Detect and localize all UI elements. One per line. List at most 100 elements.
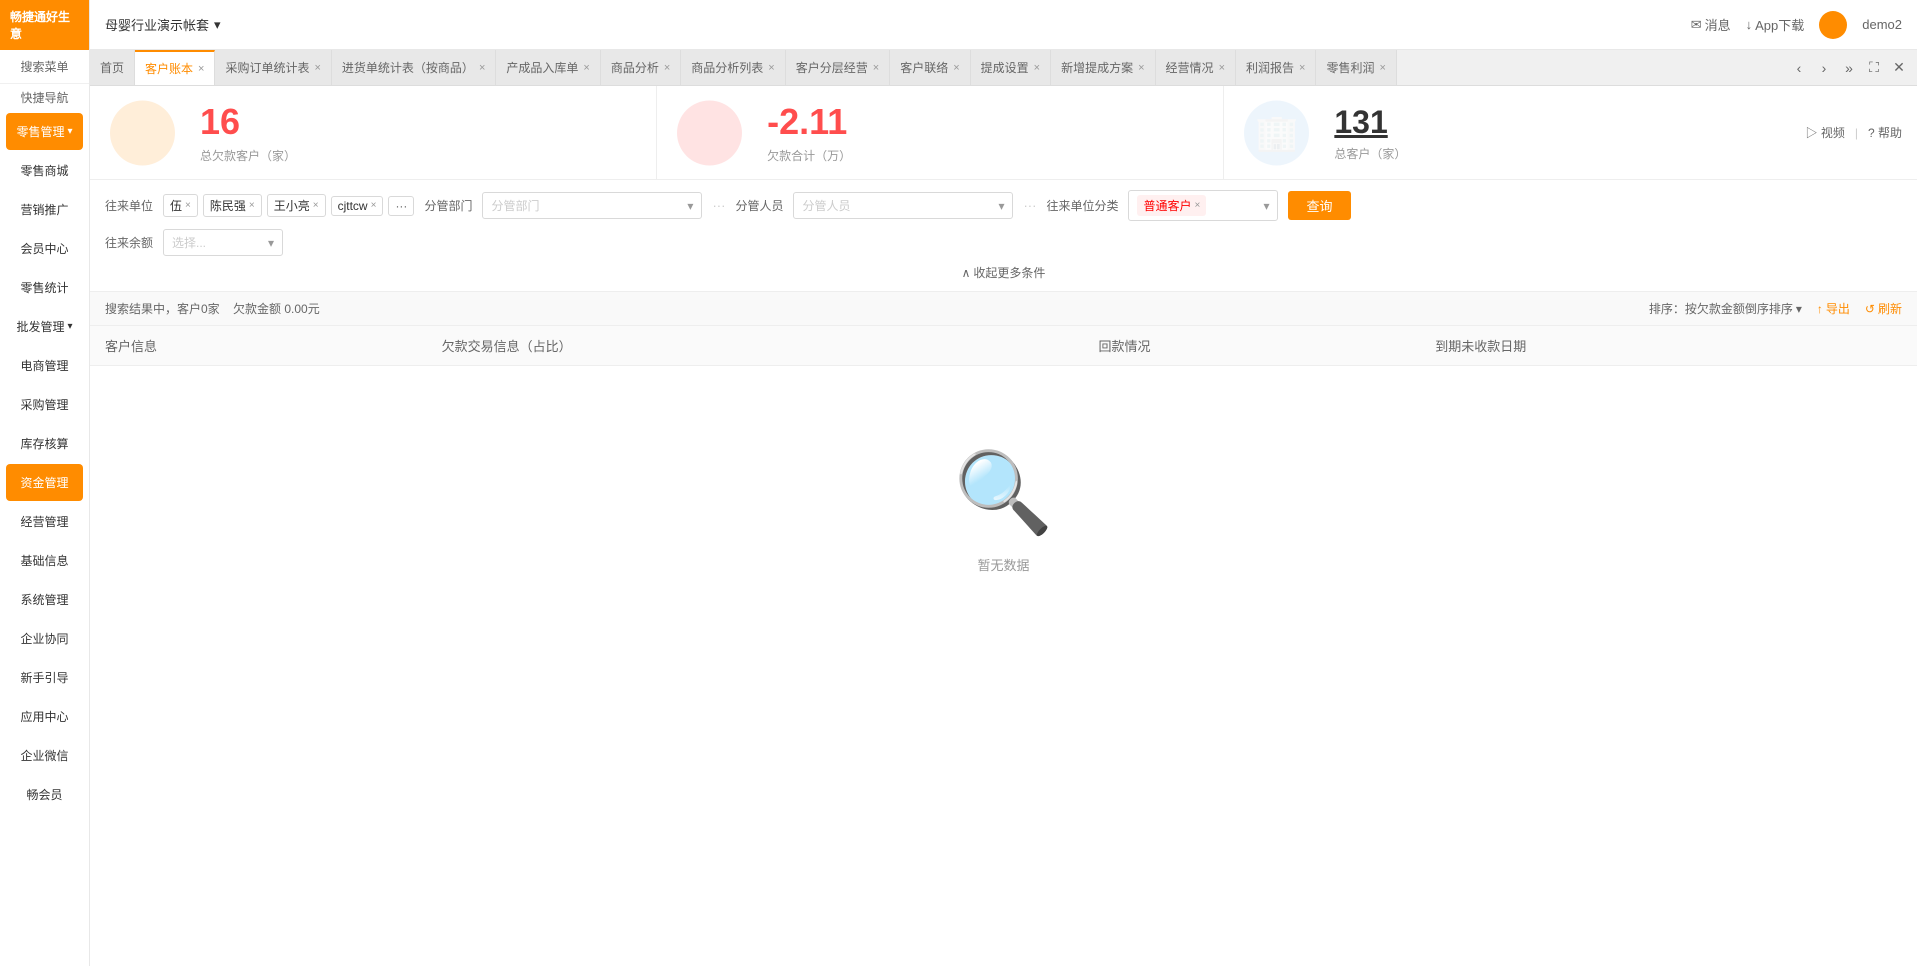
- sidebar-item-营销推广[interactable]: 营销推广: [6, 191, 83, 228]
- tab-8[interactable]: 客户联络×: [890, 50, 970, 86]
- sidebar-item-经营管理[interactable]: 经营管理: [6, 503, 83, 540]
- search-button[interactable]: 查询: [1288, 191, 1350, 220]
- account-selector[interactable]: 母婴行业演示帐套 ▾: [105, 15, 221, 34]
- sidebar-item-企业协同[interactable]: 企业协同: [6, 620, 83, 657]
- sidebar-item-采购管理[interactable]: 采购管理: [6, 386, 83, 423]
- sidebar-item-库存核算[interactable]: 库存核算: [6, 425, 83, 462]
- app-title: 畅捷通好生意: [10, 8, 79, 42]
- sidebar-item-企业微信[interactable]: 企业微信: [6, 737, 83, 774]
- app-logo: 畅捷通好生意: [0, 0, 89, 50]
- collapse-filter-button[interactable]: ∧ 收起更多条件: [962, 264, 1046, 281]
- tab-0[interactable]: 首页: [90, 50, 135, 86]
- results-summary: 搜索结果中，客户0家 欠款金额 0.00元: [105, 300, 320, 317]
- tag-close-3[interactable]: ×: [371, 200, 377, 211]
- tab-close-8[interactable]: ×: [953, 62, 959, 74]
- tab-close-3[interactable]: ×: [479, 62, 485, 74]
- stat-value-total: 131: [1334, 104, 1406, 141]
- table-header-row: 客户信息欠款交易信息（占比）回款情况到期未收款日期: [90, 326, 1917, 366]
- tab-12[interactable]: 利润报告×: [1236, 50, 1316, 86]
- tag-close-2[interactable]: ×: [313, 200, 319, 211]
- col-header-2: 回款情况: [1084, 326, 1421, 366]
- sidebar-item-应用中心[interactable]: 应用中心: [6, 698, 83, 735]
- tab-6[interactable]: 商品分析列表 ×: [681, 50, 785, 86]
- tab-7[interactable]: 客户分层经营×: [786, 50, 890, 86]
- stat-label-total: 总客户（家）: [1334, 145, 1406, 162]
- tab-close-11[interactable]: ×: [1219, 62, 1225, 74]
- tab-2[interactable]: 采购订单统计表×: [215, 50, 331, 86]
- export-button[interactable]: ↑ 导出: [1817, 300, 1850, 317]
- unit-tag-more[interactable]: ···: [388, 196, 414, 216]
- tab-label-9: 提成设置: [981, 59, 1029, 76]
- tab-close-1[interactable]: ×: [198, 63, 204, 75]
- unit-tag-1[interactable]: 陈民强×: [203, 194, 262, 217]
- tab-close-5[interactable]: ×: [664, 62, 670, 74]
- sidebar: 畅捷通好生意 搜索菜单 快捷导航 零售管理 ▾零售商城营销推广会员中心零售统计批…: [0, 0, 90, 966]
- tag-close-1[interactable]: ×: [249, 200, 255, 211]
- export-icon: ↑: [1817, 302, 1823, 316]
- tab-3[interactable]: 进货单统计表（按商品）×: [332, 50, 496, 86]
- tabs-next-button[interactable]: ›: [1814, 58, 1834, 78]
- tab-5[interactable]: 商品分析 ×: [601, 50, 681, 86]
- balance-placeholder: 选择...: [172, 234, 206, 251]
- tab-4[interactable]: 产成品入库单×: [496, 50, 600, 86]
- sidebar-item-新手引导[interactable]: 新手引导: [6, 659, 83, 696]
- balance-filter-label: 往来余额: [105, 234, 153, 251]
- tab-10[interactable]: 新增提成方案×: [1051, 50, 1155, 86]
- download-icon: ↓: [1746, 17, 1753, 32]
- sort-button[interactable]: 排序：按欠款金额倒序排序 ▾: [1649, 300, 1802, 317]
- unit-tag-0[interactable]: 伍×: [163, 194, 198, 217]
- tab-close-7[interactable]: ×: [873, 62, 879, 74]
- topbar-left: 母婴行业演示帐套 ▾: [105, 15, 221, 34]
- sidebar-item-零售统计[interactable]: 零售统计: [6, 269, 83, 306]
- video-button[interactable]: ▷ 视频: [1806, 124, 1845, 141]
- balance-select[interactable]: 选择... ▾: [163, 229, 283, 256]
- unit-class-select[interactable]: 普通客户 × ▾: [1128, 190, 1278, 221]
- refresh-button[interactable]: ↺ 刷新: [1865, 300, 1902, 317]
- sidebar-item-资金管理[interactable]: 资金管理: [6, 464, 83, 501]
- tab-11[interactable]: 经营情况×: [1156, 50, 1236, 86]
- unit-tag-3[interactable]: cjttcw×: [331, 196, 384, 216]
- tab-9[interactable]: 提成设置 ×: [971, 50, 1051, 86]
- tab-1[interactable]: 客户账本×: [135, 50, 215, 86]
- sidebar-item-批发管理[interactable]: 批发管理 ▾: [6, 308, 83, 345]
- app-download-button[interactable]: ↓ App下载: [1746, 15, 1805, 34]
- search-menu[interactable]: 搜索菜单: [0, 50, 89, 84]
- tab-close-9[interactable]: ×: [1034, 62, 1040, 74]
- tab-label-6: 商品分析列表: [691, 59, 763, 76]
- unit-class-close-icon[interactable]: ×: [1195, 200, 1201, 211]
- stats-bar: 16 总欠款客户（家） ◇ -2.11 欠款合计（万） 🏢: [90, 86, 1917, 180]
- sidebar-item-零售管理[interactable]: 零售管理 ▾: [6, 113, 83, 150]
- sidebar-item-零售商城[interactable]: 零售商城: [6, 152, 83, 189]
- tab-label-5: 商品分析: [611, 59, 659, 76]
- quick-nav[interactable]: 快捷导航: [0, 84, 89, 111]
- sidebar-item-会员中心[interactable]: 会员中心: [6, 230, 83, 267]
- sidebar-item-系统管理[interactable]: 系统管理: [6, 581, 83, 618]
- tab-close-4[interactable]: ×: [583, 62, 589, 74]
- message-icon: ✉: [1691, 17, 1702, 33]
- tab-close-6[interactable]: ×: [768, 62, 774, 74]
- sidebar-item-基础信息[interactable]: 基础信息: [6, 542, 83, 579]
- col-header-0: 客户信息: [90, 326, 427, 366]
- stat-total-debt-customers: 16 总欠款客户（家）: [90, 86, 657, 179]
- more-icon: ···: [395, 199, 407, 213]
- person-select[interactable]: 分管人员 ▾: [793, 192, 1013, 219]
- tabs-prev-button[interactable]: ‹: [1789, 58, 1809, 78]
- message-button[interactable]: ✉ 消息: [1691, 15, 1731, 34]
- sidebar-item-电商管理[interactable]: 电商管理: [6, 347, 83, 384]
- tag-close-0[interactable]: ×: [185, 200, 191, 211]
- user-avatar[interactable]: [1819, 11, 1847, 39]
- dept-select[interactable]: 分管部门 ▾: [482, 192, 702, 219]
- tabs-close-all-button[interactable]: ✕: [1889, 58, 1909, 78]
- page-content: 16 总欠款客户（家） ◇ -2.11 欠款合计（万） 🏢: [90, 86, 1917, 966]
- tab-close-10[interactable]: ×: [1138, 62, 1144, 74]
- tabs-more-button[interactable]: »: [1839, 58, 1859, 78]
- sidebar-item-畅会员[interactable]: 畅会员: [6, 776, 83, 813]
- help-button[interactable]: ? 帮助: [1868, 124, 1902, 141]
- tab-close-12[interactable]: ×: [1299, 62, 1305, 74]
- tab-close-13[interactable]: ×: [1379, 62, 1385, 74]
- tab-close-2[interactable]: ×: [314, 62, 320, 74]
- unit-tag-2[interactable]: 王小亮×: [267, 194, 326, 217]
- stat-total-debt-amount: ◇ -2.11 欠款合计（万）: [657, 86, 1224, 179]
- tab-13[interactable]: 零售利润×: [1316, 50, 1396, 86]
- tabs-fullscreen-button[interactable]: ⛶: [1864, 58, 1884, 78]
